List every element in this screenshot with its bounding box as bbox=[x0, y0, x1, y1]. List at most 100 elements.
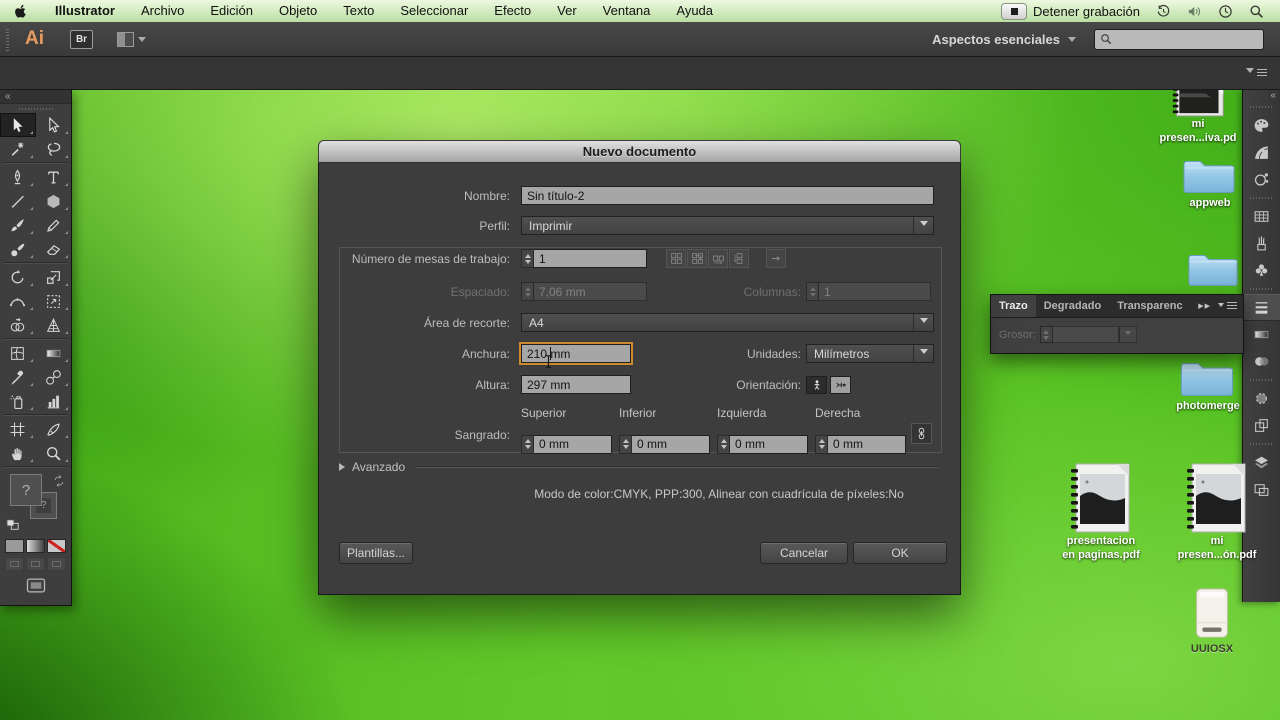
menu-archivo[interactable]: Archivo bbox=[128, 0, 197, 22]
height-input[interactable]: 297 mm bbox=[521, 375, 631, 394]
menu-ver[interactable]: Ver bbox=[544, 0, 590, 22]
type-tool[interactable] bbox=[36, 165, 72, 189]
profile-dropdown[interactable]: Imprimir bbox=[521, 216, 934, 235]
blend-tool[interactable] bbox=[36, 365, 72, 389]
dock-grip[interactable] bbox=[1243, 193, 1280, 203]
draw-inside-button[interactable] bbox=[47, 557, 66, 571]
dock-grip[interactable] bbox=[1243, 284, 1280, 294]
zoom-tool[interactable] bbox=[36, 441, 72, 465]
size-dropdown[interactable]: A4 bbox=[521, 313, 934, 332]
pen-tool[interactable] bbox=[0, 165, 36, 189]
rotate-tool[interactable] bbox=[0, 265, 36, 289]
arrange-documents-button[interactable] bbox=[117, 31, 146, 47]
direct-selection-tool[interactable] bbox=[36, 113, 72, 137]
appearance-panel-icon[interactable] bbox=[1243, 385, 1280, 412]
spotlight-icon[interactable] bbox=[1249, 4, 1264, 19]
menu-objeto[interactable]: Objeto bbox=[266, 0, 330, 22]
stroke-panel-icon[interactable] bbox=[1243, 294, 1280, 321]
volume-icon[interactable] bbox=[1187, 4, 1202, 19]
control-panel-menu-icon[interactable] bbox=[1246, 68, 1267, 77]
swatches-panel-icon[interactable] bbox=[1243, 203, 1280, 230]
tools-grip[interactable] bbox=[0, 104, 71, 113]
graphic-styles-panel-icon[interactable] bbox=[1243, 412, 1280, 439]
default-fill-stroke-icon[interactable] bbox=[6, 519, 20, 531]
artboard-tool[interactable] bbox=[0, 417, 36, 441]
clock-icon[interactable] bbox=[1218, 4, 1233, 19]
desktop-icon-pdf-presentacion[interactable]: presentacion en paginas.pdf bbox=[1046, 462, 1156, 562]
perspective-grid-tool[interactable] bbox=[36, 313, 72, 337]
tab-degradado[interactable]: Degradado bbox=[1036, 295, 1109, 317]
menu-seleccionar[interactable]: Seleccionar bbox=[387, 0, 481, 22]
desktop-icon-pdf-definitiva[interactable]: mi presen...iva.pd bbox=[1146, 85, 1250, 145]
bleed-input[interactable]: 0 mm bbox=[828, 434, 906, 454]
disclosure-triangle-icon[interactable] bbox=[339, 462, 345, 471]
templates-button[interactable]: Plantillas... bbox=[339, 542, 413, 564]
dock-grip[interactable] bbox=[1243, 375, 1280, 385]
desktop-icon-pdf-mi-presentacion[interactable]: mi presen...ón.pdf bbox=[1162, 462, 1272, 562]
eraser-tool[interactable] bbox=[36, 237, 72, 261]
menu-ventana[interactable]: Ventana bbox=[590, 0, 664, 22]
search-input[interactable] bbox=[1094, 28, 1264, 50]
gradient-button[interactable] bbox=[26, 539, 45, 553]
draw-normal-button[interactable] bbox=[5, 557, 24, 571]
pencil-tool[interactable] bbox=[36, 213, 72, 237]
symbol-sprayer-tool[interactable] bbox=[0, 389, 36, 413]
symbols-panel-icon[interactable] bbox=[1243, 257, 1280, 284]
bleed-stepper[interactable] bbox=[717, 434, 730, 454]
slice-tool[interactable] bbox=[36, 417, 72, 441]
cancel-button[interactable]: Cancelar bbox=[760, 542, 848, 564]
draw-behind-button[interactable] bbox=[26, 557, 45, 571]
menu-ayuda[interactable]: Ayuda bbox=[663, 0, 726, 22]
bleed-input[interactable]: 0 mm bbox=[534, 434, 612, 454]
bleed-input[interactable]: 0 mm bbox=[632, 434, 710, 454]
line-segment-tool[interactable] bbox=[0, 189, 36, 213]
none-button[interactable] bbox=[47, 539, 66, 553]
workspace-switcher[interactable]: Aspectos esenciales bbox=[932, 32, 1076, 47]
bleed-stepper[interactable] bbox=[619, 434, 632, 454]
hand-tool[interactable] bbox=[0, 441, 36, 465]
width-input[interactable]: 210 mm bbox=[521, 344, 631, 363]
stop-recording-button[interactable]: Detener grabación bbox=[1001, 2, 1140, 20]
shape-builder-tool[interactable] bbox=[0, 313, 36, 337]
bleed-input[interactable]: 0 mm bbox=[730, 434, 808, 454]
color-button[interactable] bbox=[5, 539, 24, 553]
advanced-label[interactable]: Avanzado bbox=[352, 460, 405, 474]
brushes-panel-icon[interactable] bbox=[1243, 230, 1280, 257]
column-graph-tool[interactable] bbox=[36, 389, 72, 413]
menu-illustrator[interactable]: Illustrator bbox=[42, 0, 128, 22]
mesh-tool[interactable] bbox=[0, 341, 36, 365]
lasso-tool[interactable] bbox=[36, 137, 72, 161]
orientation-landscape-button[interactable] bbox=[830, 375, 851, 394]
artboards-input[interactable]: 1 bbox=[534, 249, 647, 268]
orientation-portrait-button[interactable] bbox=[806, 375, 827, 394]
blob-brush-tool[interactable] bbox=[0, 237, 36, 261]
tab-transparencia[interactable]: Transparenc bbox=[1109, 295, 1190, 317]
artboards-stepper[interactable] bbox=[521, 249, 534, 268]
name-input[interactable]: Sin título-2 bbox=[521, 186, 934, 205]
ok-button[interactable]: OK bbox=[853, 542, 947, 564]
transparency-panel-icon[interactable] bbox=[1243, 348, 1280, 375]
dock-grip[interactable] bbox=[1243, 102, 1280, 112]
selection-tool[interactable] bbox=[0, 113, 36, 137]
time-machine-icon[interactable] bbox=[1156, 4, 1171, 19]
dock-grip[interactable] bbox=[1243, 439, 1280, 449]
scale-tool[interactable] bbox=[36, 265, 72, 289]
menu-efecto[interactable]: Efecto bbox=[481, 0, 544, 22]
gradient-tool[interactable] bbox=[36, 341, 72, 365]
dock-collapse-button[interactable]: « bbox=[1243, 89, 1280, 102]
free-transform-tool[interactable] bbox=[36, 289, 72, 313]
gradient-panel-icon[interactable] bbox=[1243, 321, 1280, 348]
bleed-stepper[interactable] bbox=[521, 434, 534, 454]
screen-mode-icon[interactable] bbox=[25, 577, 47, 594]
panel-menu-icon[interactable] bbox=[1218, 302, 1237, 310]
menu-texto[interactable]: Texto bbox=[330, 0, 387, 22]
collapse-panel-icon[interactable]: ▶▶ bbox=[1198, 302, 1211, 310]
bleed-stepper[interactable] bbox=[815, 434, 828, 454]
link-bleed-values-icon[interactable] bbox=[911, 423, 932, 444]
kuler-panel-icon[interactable] bbox=[1243, 166, 1280, 193]
eyedropper-tool[interactable] bbox=[0, 365, 36, 389]
menu-edicion[interactable]: Edición bbox=[197, 0, 266, 22]
width-tool[interactable] bbox=[0, 289, 36, 313]
tab-trazo[interactable]: Trazo bbox=[991, 295, 1036, 317]
paintbrush-tool[interactable] bbox=[0, 213, 36, 237]
